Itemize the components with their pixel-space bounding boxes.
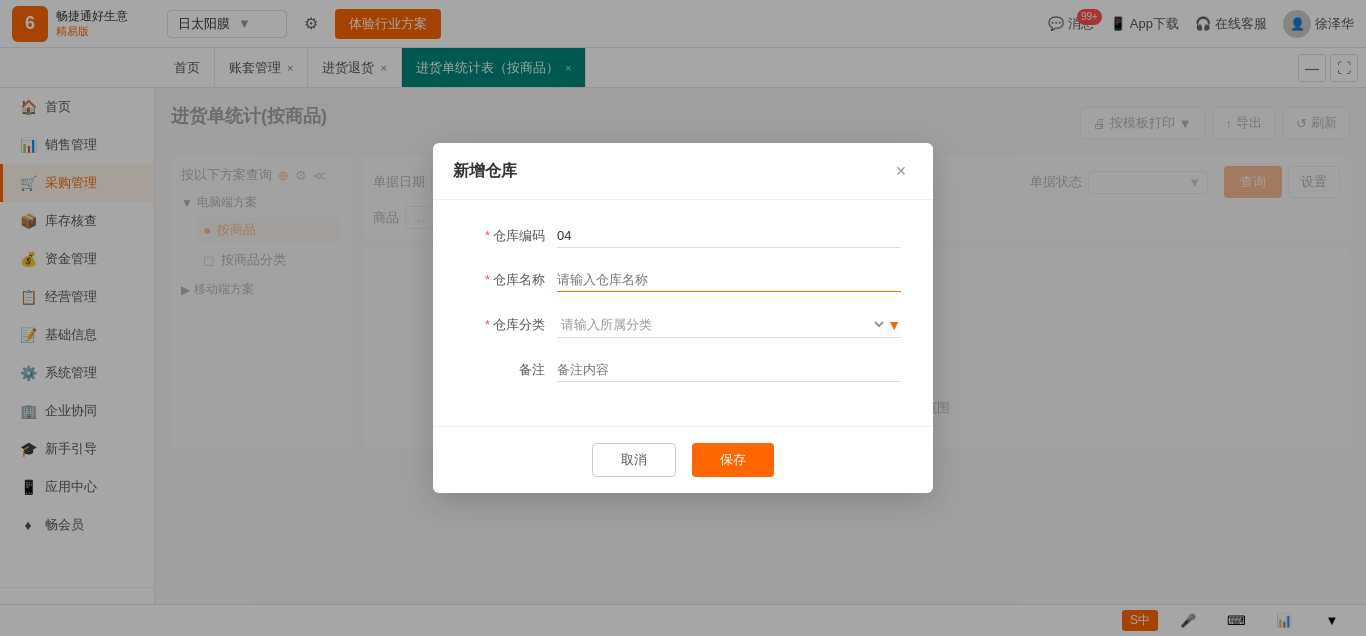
note-input[interactable] xyxy=(557,358,901,382)
name-label: *仓库名称 xyxy=(465,271,545,289)
modal-overlay: 新增仓库 × *仓库编码 *仓库名称 *仓库分类 xyxy=(0,0,1366,636)
modal-footer: 取消 保存 xyxy=(433,426,933,493)
code-input[interactable] xyxy=(557,224,901,248)
modal-body: *仓库编码 *仓库名称 *仓库分类 请输入所属分类 xyxy=(433,200,933,426)
form-row-note: 备注 xyxy=(465,358,901,382)
form-row-category: *仓库分类 请输入所属分类 ▼ xyxy=(465,312,901,338)
modal-header: 新增仓库 × xyxy=(433,143,933,200)
form-row-name: *仓库名称 xyxy=(465,268,901,292)
category-label: *仓库分类 xyxy=(465,316,545,334)
form-row-code: *仓库编码 xyxy=(465,224,901,248)
modal-title: 新增仓库 xyxy=(453,161,517,182)
save-button[interactable]: 保存 xyxy=(692,443,774,477)
category-dropdown-icon: ▼ xyxy=(887,317,901,333)
code-label: *仓库编码 xyxy=(465,227,545,245)
category-select[interactable]: 请输入所属分类 xyxy=(557,316,887,333)
category-select-wrapper[interactable]: 请输入所属分类 ▼ xyxy=(557,312,901,338)
note-label: 备注 xyxy=(465,361,545,379)
modal-close-icon[interactable]: × xyxy=(889,159,913,183)
cancel-button[interactable]: 取消 xyxy=(592,443,676,477)
add-warehouse-modal: 新增仓库 × *仓库编码 *仓库名称 *仓库分类 xyxy=(433,143,933,493)
name-input[interactable] xyxy=(557,268,901,292)
